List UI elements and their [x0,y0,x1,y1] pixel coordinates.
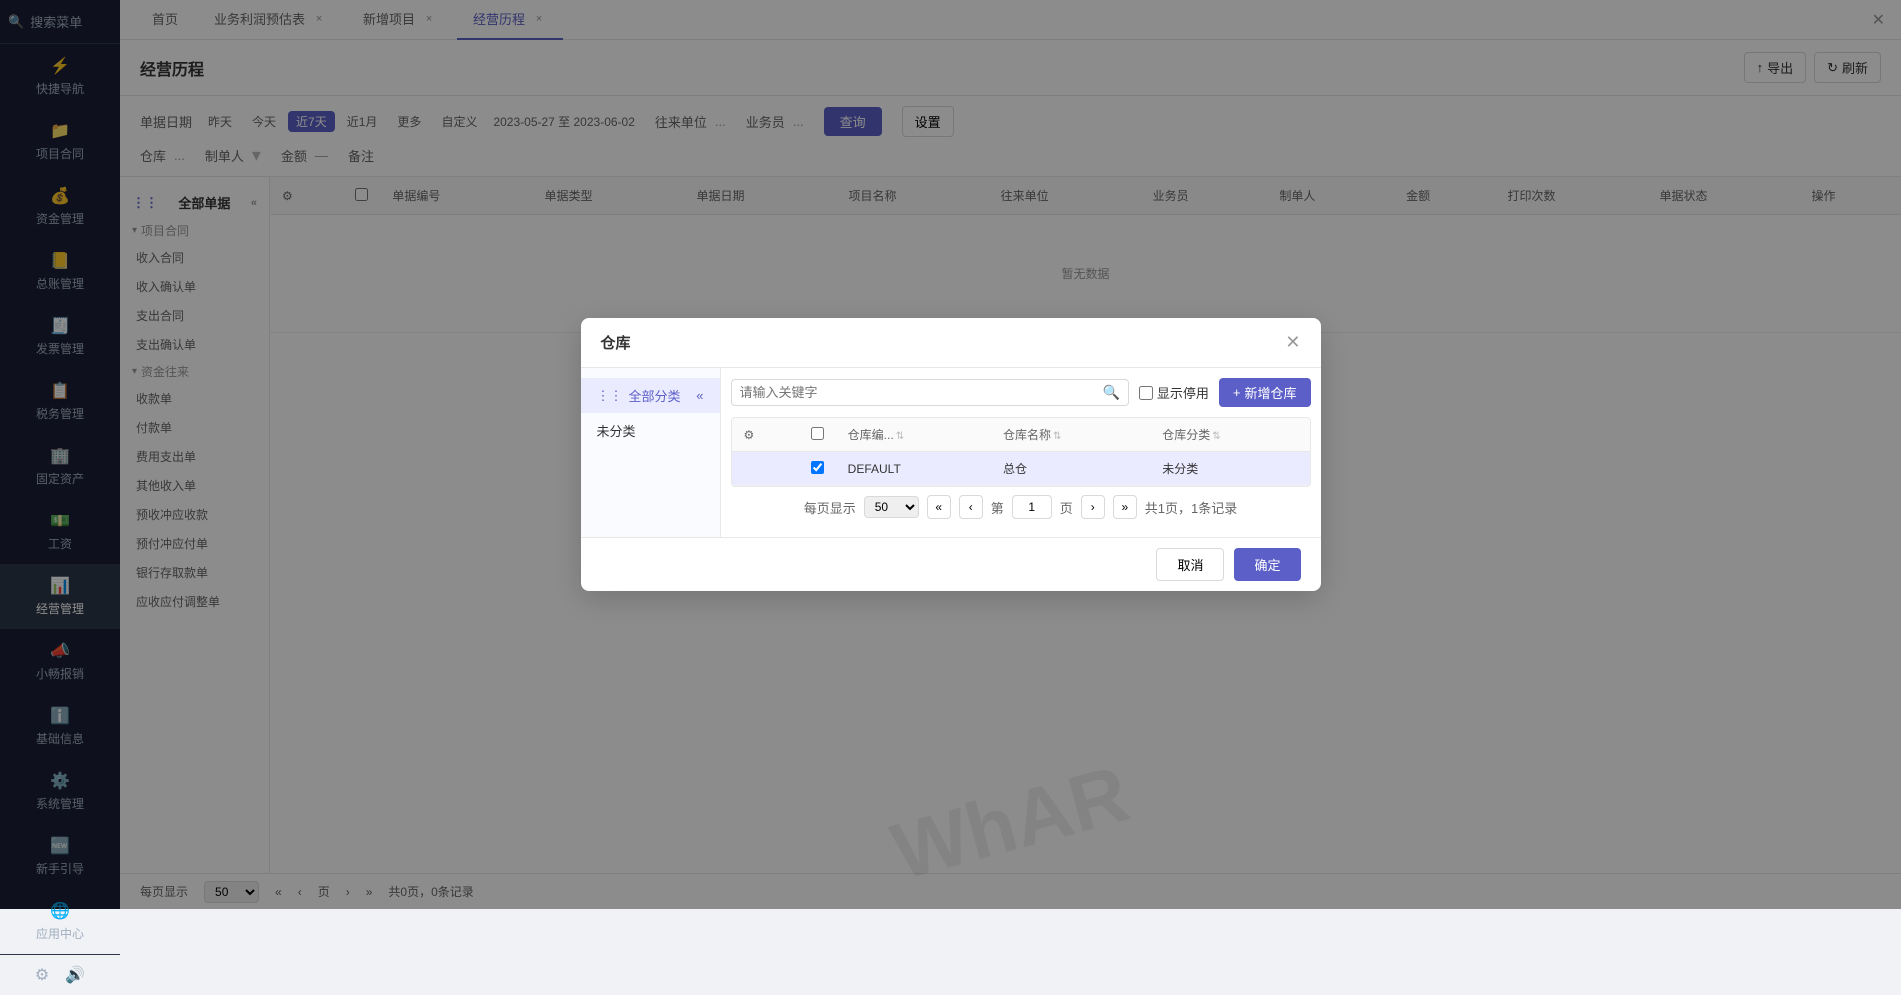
modal-row-category: 未分类 [1150,452,1309,486]
collapse-left-icon[interactable]: « [696,388,703,403]
modal-footer: 取消 确定 [581,537,1321,591]
modal-col-category: 仓库分类⇅ [1150,418,1309,452]
add-warehouse-label: 新增仓库 [1244,383,1296,402]
modal-page-next-btn[interactable]: › [1081,495,1105,519]
modal-row-name: 总仓 [991,452,1150,486]
cancel-button[interactable]: 取消 [1156,548,1224,581]
modal-warehouse: 仓库 ✕ ⋮⋮ 全部分类 « 未分类 [581,318,1321,591]
modal-left-all[interactable]: ⋮⋮ 全部分类 « [581,378,720,413]
modal-col-code: 仓库编...⇅ [836,418,991,452]
modal-row-code: DEFAULT [836,452,991,486]
modal-table-row[interactable]: DEFAULT 总仓 未分类 [732,452,1310,486]
modal-col-name: 仓库名称⇅ [991,418,1150,452]
modal-total-info: 共1页，1条记录 [1145,498,1237,517]
modal-left-all-label: 全部分类 [629,386,681,405]
modal-right-panel: 🔍 显示停用 + 新增仓库 [721,368,1321,537]
modal-row-checkbox[interactable] [811,461,824,474]
show-disabled-wrap: 显示停用 [1139,383,1209,402]
sidebar-item-label: 应用中心 [36,925,84,942]
add-icon: + [1233,385,1241,400]
search-input-wrap: 🔍 [731,379,1129,406]
modal-select-all[interactable] [811,427,824,440]
volume-icon[interactable]: 🔊 [65,965,85,985]
modal-page-size-label: 每页显示 [804,498,856,517]
modal-close-btn[interactable]: ✕ [1285,332,1300,353]
modal-page-prev-btn[interactable]: ‹ [959,495,983,519]
modal-title: 仓库 [601,332,631,353]
sidebar-bottom: ⚙ 🔊 [0,954,120,995]
modal-col-checkbox [799,418,836,452]
modal-body: ⋮⋮ 全部分类 « 未分类 🔍 显示停 [581,368,1321,537]
modal-left-panel: ⋮⋮ 全部分类 « 未分类 [581,368,721,537]
modal-header: 仓库 ✕ [581,318,1321,368]
modal-toolbar: 🔍 显示停用 + 新增仓库 [731,378,1311,407]
modal-row-checkbox-cell [799,452,836,486]
show-disabled-label: 显示停用 [1157,383,1209,402]
add-warehouse-button[interactable]: + 新增仓库 [1219,378,1311,407]
modal-col-settings: ⚙ [732,418,799,452]
modal-overlay[interactable]: 仓库 ✕ ⋮⋮ 全部分类 « 未分类 [0,0,1901,909]
confirm-button[interactable]: 确定 [1234,548,1300,581]
modal-page-first-btn[interactable]: « [927,495,951,519]
modal-page-input[interactable] [1012,495,1052,519]
modal-table: ⚙ 仓库编...⇅ 仓库名称⇅ 仓库分类⇅ [732,418,1310,486]
modal-page-last-btn[interactable]: » [1113,495,1137,519]
modal-page-prefix: 第 [991,498,1004,517]
modal-settings-icon[interactable]: ⚙ [744,428,755,442]
modal-table-wrap: ⚙ 仓库编...⇅ 仓库名称⇅ 仓库分类⇅ [731,417,1311,487]
modal-page-size-select[interactable]: 50 100 [864,496,919,518]
modal-page-suffix: 页 [1060,498,1073,517]
grid-icon: ⋮⋮ [597,388,623,404]
search-icon: 🔍 [1102,384,1119,401]
modal-pagination: 每页显示 50 100 « ‹ 第 页 › » 共1页，1条记录 [731,487,1311,527]
warehouse-search-input[interactable] [740,385,1103,400]
modal-row-settings [732,452,799,486]
show-disabled-checkbox[interactable] [1139,386,1153,400]
modal-left-uncat[interactable]: 未分类 [581,413,720,448]
modal-left-uncat-label: 未分类 [597,424,636,439]
settings-gear-icon[interactable]: ⚙ [35,965,49,985]
